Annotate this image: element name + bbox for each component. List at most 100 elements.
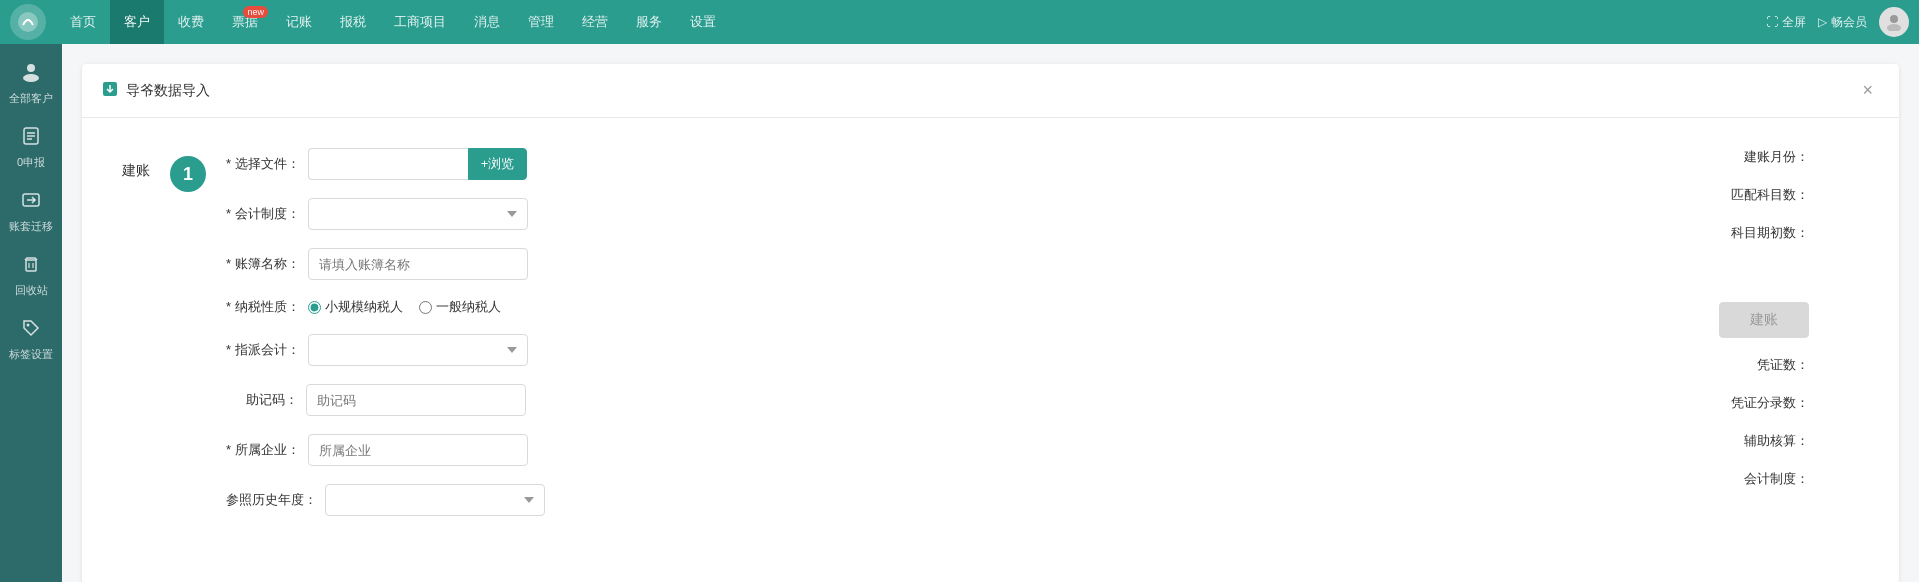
ref-year-label: 参照历史年度： xyxy=(226,491,325,509)
radio-small-scale-input[interactable] xyxy=(308,301,321,314)
nav-item-fee[interactable]: 收费 xyxy=(164,0,218,44)
right-info-panel: 建账月份： 匹配科目数： 科目期初数： 建账 xyxy=(1659,148,1859,534)
accounting-system-label: 会计制度： xyxy=(1719,470,1809,488)
nav-logo[interactable] xyxy=(10,4,46,40)
assign-accountant-label: * 指派会计： xyxy=(226,341,308,359)
step-badge: 1 xyxy=(170,156,206,192)
recycle-icon xyxy=(21,254,41,279)
voucher-entries-label: 凭证分录数： xyxy=(1719,394,1809,412)
svg-point-14 xyxy=(27,324,30,327)
svg-point-0 xyxy=(18,12,38,32)
company-label: * 所属企业： xyxy=(226,441,308,459)
sidebar-item-zero-report[interactable]: 0申报 xyxy=(0,118,62,178)
account-system-label: * 会计制度： xyxy=(226,205,308,223)
assign-accountant-row: * 指派会计： xyxy=(226,334,1659,366)
modal-header: 导爷数据导入 × xyxy=(82,64,1899,118)
svg-point-3 xyxy=(27,64,35,72)
build-month-row: 建账月份： xyxy=(1719,148,1859,166)
radio-general[interactable]: 一般纳税人 xyxy=(419,298,501,316)
new-badge: new xyxy=(243,6,268,18)
modal-close-button[interactable]: × xyxy=(1856,78,1879,103)
modal-card: 导爷数据导入 × 建账 1 * 选择文件： xyxy=(82,64,1899,582)
nav-item-manage[interactable]: 管理 xyxy=(514,0,568,44)
voucher-entries-row: 凭证分录数： xyxy=(1719,394,1859,412)
tax-type-label: * 纳税性质： xyxy=(226,298,308,316)
vip-button[interactable]: ▷ 畅会员 xyxy=(1818,14,1867,31)
browse-button[interactable]: +浏览 xyxy=(468,148,528,180)
aux-accounting-row: 辅助核算： xyxy=(1719,432,1859,450)
svg-point-1 xyxy=(1890,15,1898,23)
nav-item-bookkeeping[interactable]: 记账 xyxy=(272,0,326,44)
sidebar-item-recycle[interactable]: 回收站 xyxy=(0,246,62,306)
ledger-name-row: * 账簿名称： xyxy=(226,248,1659,280)
initial-subjects-label: 科目期初数： xyxy=(1719,224,1809,242)
form-left-section: 建账 1 * 选择文件： +浏览 xyxy=(122,148,1659,534)
nav-item-tax[interactable]: 报税 xyxy=(326,0,380,44)
user-avatar[interactable] xyxy=(1879,7,1909,37)
radio-general-label: 一般纳税人 xyxy=(436,298,501,316)
ref-year-row: 参照历史年度： xyxy=(226,484,1659,516)
svg-rect-11 xyxy=(26,260,36,271)
memo-code-label: 助记码： xyxy=(226,391,306,409)
file-input-group: +浏览 xyxy=(308,148,528,180)
svg-point-2 xyxy=(1887,24,1901,31)
sidebar-item-all-clients[interactable]: 全部客户 xyxy=(0,54,62,114)
fullscreen-button[interactable]: ⛶ 全屏 xyxy=(1766,14,1806,31)
ledger-name-input[interactable] xyxy=(308,248,528,280)
create-btn-area: 建账 xyxy=(1719,302,1859,338)
step-label: 建账 xyxy=(122,162,150,180)
top-navigation: 首页 客户 收费 票据 new 记账 报税 工商项目 消息 管理 经营 服务 设… xyxy=(0,0,1919,44)
build-month-label: 建账月份： xyxy=(1719,148,1809,166)
main-layout: 全部客户 0申报 账套迁移 xyxy=(0,44,1919,582)
sidebar: 全部客户 0申报 账套迁移 xyxy=(0,44,62,582)
initial-subjects-row: 科目期初数： xyxy=(1719,224,1859,242)
nav-item-service[interactable]: 服务 xyxy=(622,0,676,44)
nav-item-client[interactable]: 客户 xyxy=(110,0,164,44)
nav-item-settings[interactable]: 设置 xyxy=(676,0,730,44)
account-system-row: * 会计制度： xyxy=(226,198,1659,230)
svg-point-4 xyxy=(23,74,39,82)
company-input[interactable] xyxy=(308,434,528,466)
file-input[interactable] xyxy=(308,148,468,180)
match-subjects-label: 匹配科目数： xyxy=(1719,186,1809,204)
migrate-icon xyxy=(21,190,41,215)
modal-title-area: 导爷数据导入 xyxy=(102,81,210,100)
all-clients-icon xyxy=(21,62,41,87)
tax-type-row: * 纳税性质： 小规模纳税人 一般纳税人 xyxy=(226,298,1659,316)
form-container: 建账 1 * 选择文件： +浏览 xyxy=(82,118,1899,564)
accounting-system-row: 会计制度： xyxy=(1719,470,1859,488)
company-row: * 所属企业： xyxy=(226,434,1659,466)
tax-type-radio-group: 小规模纳税人 一般纳税人 xyxy=(308,298,501,316)
voucher-count-label: 凭证数： xyxy=(1719,356,1809,374)
create-account-button[interactable]: 建账 xyxy=(1719,302,1809,338)
nav-menu: 首页 客户 收费 票据 new 记账 报税 工商项目 消息 管理 经营 服务 设… xyxy=(56,0,1766,44)
ref-year-select[interactable] xyxy=(325,484,545,516)
nav-item-ticket[interactable]: 票据 new xyxy=(218,0,272,44)
radio-small-scale[interactable]: 小规模纳税人 xyxy=(308,298,403,316)
file-select-row: * 选择文件： +浏览 xyxy=(226,148,1659,180)
nav-item-message[interactable]: 消息 xyxy=(460,0,514,44)
nav-item-operation[interactable]: 经营 xyxy=(568,0,622,44)
tag-icon xyxy=(21,318,41,343)
modal-title: 导爷数据导入 xyxy=(126,82,210,100)
sidebar-item-tag-settings[interactable]: 标签设置 xyxy=(0,310,62,370)
import-icon xyxy=(102,81,118,100)
fullscreen-icon: ⛶ xyxy=(1766,15,1778,29)
radio-general-input[interactable] xyxy=(419,301,432,314)
vip-icon: ▷ xyxy=(1818,15,1827,29)
ledger-name-label: * 账簿名称： xyxy=(226,255,308,273)
voucher-count-row: 凭证数： xyxy=(1719,356,1859,374)
radio-small-scale-label: 小规模纳税人 xyxy=(325,298,403,316)
assign-accountant-select[interactable] xyxy=(308,334,528,366)
nav-item-business[interactable]: 工商项目 xyxy=(380,0,460,44)
nav-item-home[interactable]: 首页 xyxy=(56,0,110,44)
form-fields: * 选择文件： +浏览 * 会计制度： xyxy=(226,148,1659,534)
aux-accounting-label: 辅助核算： xyxy=(1719,432,1809,450)
memo-code-input[interactable] xyxy=(306,384,526,416)
sidebar-item-migrate[interactable]: 账套迁移 xyxy=(0,182,62,242)
match-subjects-row: 匹配科目数： xyxy=(1719,186,1859,204)
memo-code-row: 助记码： xyxy=(226,384,1659,416)
nav-right-area: ⛶ 全屏 ▷ 畅会员 xyxy=(1766,7,1909,37)
zero-report-icon xyxy=(21,126,41,151)
account-system-select[interactable] xyxy=(308,198,528,230)
